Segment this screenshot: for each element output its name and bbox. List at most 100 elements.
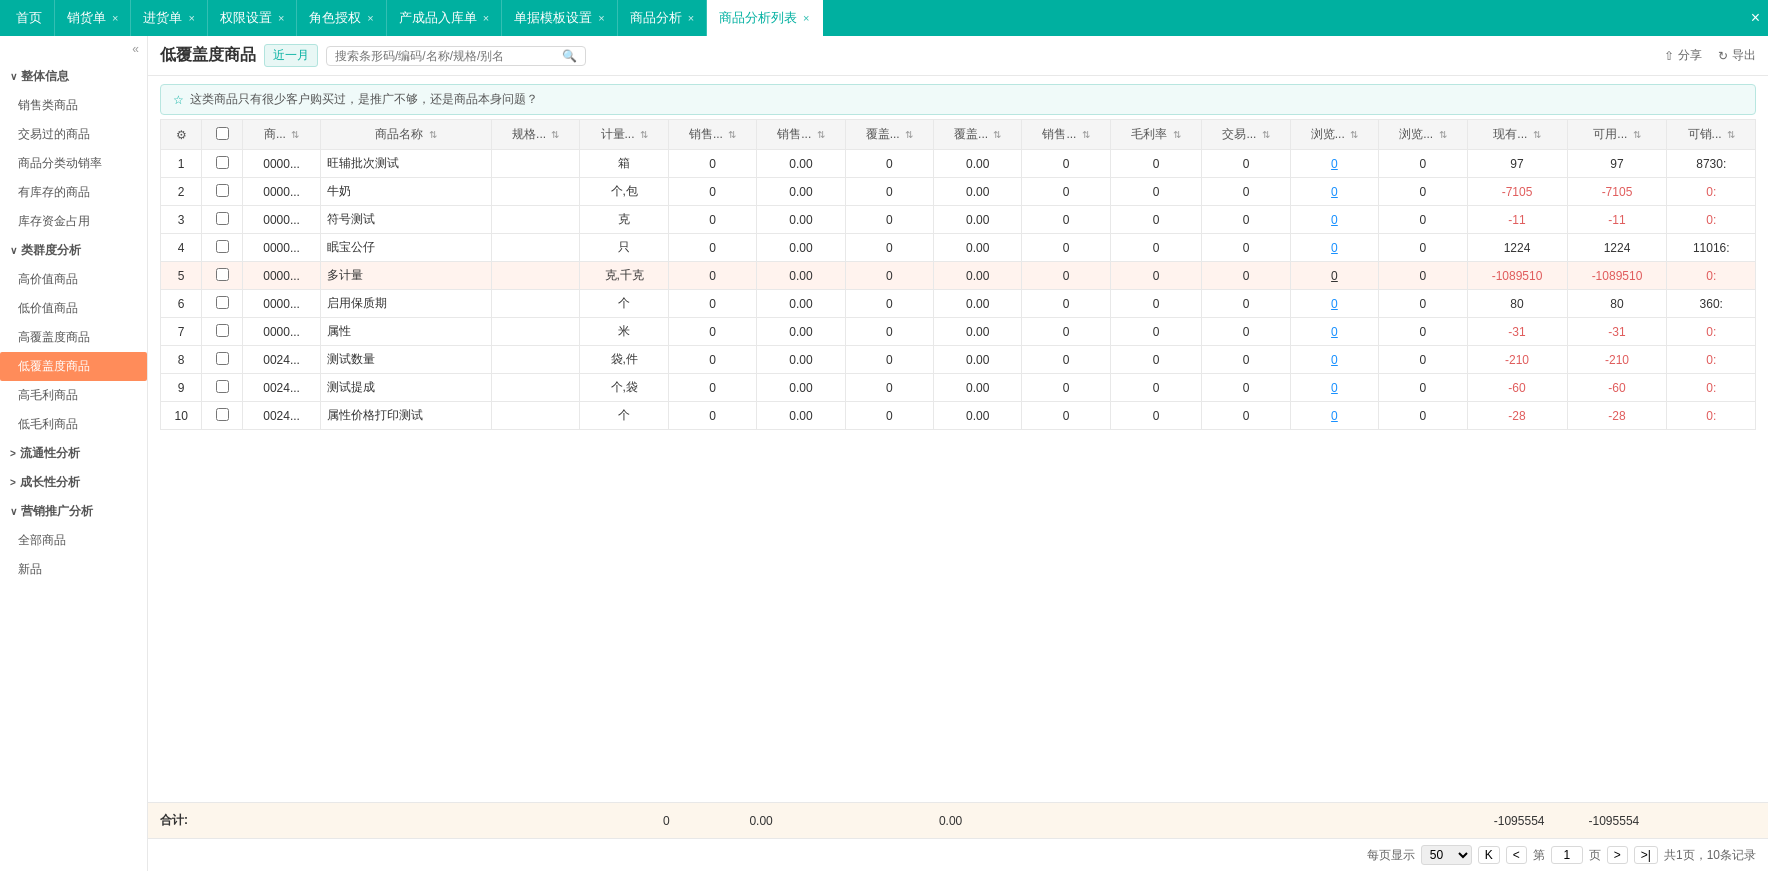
gross-col-header[interactable]: 毛利率 ⇅ xyxy=(1110,120,1202,150)
sidebar-item-new-goods[interactable]: 新品 xyxy=(0,555,147,584)
sales3-col-header[interactable]: 销售... ⇅ xyxy=(1022,120,1110,150)
sidebar-group-growth[interactable]: > 成长性分析 xyxy=(0,468,147,497)
per-page-select[interactable]: 50 20 100 200 xyxy=(1421,845,1472,865)
last-page-button[interactable]: >| xyxy=(1634,846,1658,864)
search-input[interactable] xyxy=(335,49,558,63)
tab-template-settings[interactable]: 单据模板设置 × xyxy=(502,0,617,36)
sidebar-item-sales-goods[interactable]: 销售类商品 xyxy=(0,91,147,120)
row-browse1[interactable]: 0 xyxy=(1290,318,1378,346)
row-sales-amt: 0.00 xyxy=(757,346,845,374)
row-checkbox[interactable] xyxy=(216,268,229,281)
export-button[interactable]: ↻ 导出 xyxy=(1718,47,1756,64)
table-row: 2 0000... 牛奶 个,包 0 0.00 0 0.00 0 0 0 0 0… xyxy=(161,178,1756,206)
saleable-col-header[interactable]: 可销... ⇅ xyxy=(1667,120,1756,150)
row-browse1[interactable]: 0 xyxy=(1290,234,1378,262)
sidebar-group-cluster[interactable]: ∨ 类群度分析 xyxy=(0,236,147,265)
row-checkbox[interactable] xyxy=(216,156,229,169)
tab-finished-goods[interactable]: 产成品入库单 × xyxy=(387,0,502,36)
close-icon[interactable]: × xyxy=(688,12,694,24)
row-browse1[interactable]: 0 xyxy=(1290,150,1378,178)
row-available: -210 xyxy=(1567,346,1667,374)
sidebar-item-low-value[interactable]: 低价值商品 xyxy=(0,294,147,323)
tab-product-analysis[interactable]: 商品分析 × xyxy=(618,0,707,36)
browse2-col-header[interactable]: 浏览... ⇅ xyxy=(1379,120,1467,150)
current-col-header[interactable]: 现有... ⇅ xyxy=(1467,120,1567,150)
sales-qty-col-header[interactable]: 销售... ⇅ xyxy=(668,120,756,150)
sidebar-item-low-coverage[interactable]: 低覆盖度商品 xyxy=(0,352,147,381)
close-icon[interactable]: × xyxy=(188,12,194,24)
row-checkbox[interactable] xyxy=(216,380,229,393)
first-page-button[interactable]: K xyxy=(1478,846,1500,864)
row-checkbox[interactable] xyxy=(216,324,229,337)
sidebar-group-circulation[interactable]: > 流通性分析 xyxy=(0,439,147,468)
row-sales-qty: 0 xyxy=(668,346,756,374)
sidebar-item-low-margin[interactable]: 低毛利商品 xyxy=(0,410,147,439)
tab-permission-settings[interactable]: 权限设置 × xyxy=(208,0,297,36)
row-name: 属性 xyxy=(321,318,492,346)
row-checkbox[interactable] xyxy=(216,212,229,225)
row-available: 80 xyxy=(1567,290,1667,318)
sidebar-item-high-coverage[interactable]: 高覆盖度商品 xyxy=(0,323,147,352)
sidebar-group-marketing[interactable]: ∨ 营销推广分析 xyxy=(0,497,147,526)
tab-purchase-order[interactable]: 进货单 × xyxy=(131,0,207,36)
select-all-checkbox[interactable] xyxy=(216,127,229,140)
close-icon[interactable]: × xyxy=(803,12,809,24)
row-unit: 个 xyxy=(580,290,668,318)
filter-period-button[interactable]: 近一月 xyxy=(264,44,318,67)
code-col-header[interactable]: 商... ⇅ xyxy=(243,120,321,150)
share-button[interactable]: ⇧ 分享 xyxy=(1664,47,1702,64)
sidebar-item-all-goods[interactable]: 全部商品 xyxy=(0,526,147,555)
next-page-button[interactable]: > xyxy=(1607,846,1628,864)
row-cover1: 0 xyxy=(845,374,933,402)
row-browse1[interactable]: 0 xyxy=(1290,346,1378,374)
close-icon[interactable]: × xyxy=(112,12,118,24)
close-all-tabs-button[interactable]: × xyxy=(1751,9,1760,27)
prev-page-button[interactable]: < xyxy=(1506,846,1527,864)
sidebar-item-category-rate[interactable]: 商品分类动销率 xyxy=(0,149,147,178)
row-browse1[interactable]: 0 xyxy=(1290,206,1378,234)
sidebar-item-inventory-capital[interactable]: 库存资金占用 xyxy=(0,207,147,236)
row-checkbox[interactable] xyxy=(216,296,229,309)
sidebar-item-high-value[interactable]: 高价值商品 xyxy=(0,265,147,294)
sales-amt-col-header[interactable]: 销售... ⇅ xyxy=(757,120,845,150)
sidebar-item-high-margin[interactable]: 高毛利商品 xyxy=(0,381,147,410)
row-checkbox[interactable] xyxy=(216,352,229,365)
name-col-header[interactable]: 商品名称 ⇅ xyxy=(321,120,492,150)
row-current: 80 xyxy=(1467,290,1567,318)
row-checkbox[interactable] xyxy=(216,240,229,253)
cover1-col-header[interactable]: 覆盖... ⇅ xyxy=(845,120,933,150)
page-number-input[interactable] xyxy=(1551,846,1583,864)
row-sales-qty: 0 xyxy=(668,178,756,206)
close-icon[interactable]: × xyxy=(483,12,489,24)
cover2-col-header[interactable]: 覆盖... ⇅ xyxy=(934,120,1022,150)
row-browse1[interactable]: 0 xyxy=(1290,178,1378,206)
row-browse1[interactable]: 0 xyxy=(1290,262,1378,290)
tab-role-auth[interactable]: 角色授权 × xyxy=(297,0,386,36)
close-icon[interactable]: × xyxy=(367,12,373,24)
row-checkbox[interactable] xyxy=(216,408,229,421)
checkbox-col-header[interactable] xyxy=(202,120,243,150)
sidebar-collapse-button[interactable]: « xyxy=(0,36,147,62)
settings-col-header[interactable]: ⚙ xyxy=(161,120,202,150)
tab-home[interactable]: 首页 xyxy=(4,0,55,36)
unit-col-header[interactable]: 计量... ⇅ xyxy=(580,120,668,150)
row-browse1[interactable]: 0 xyxy=(1290,402,1378,430)
row-browse1[interactable]: 0 xyxy=(1290,374,1378,402)
trade-col-header[interactable]: 交易... ⇅ xyxy=(1202,120,1290,150)
row-browse1[interactable]: 0 xyxy=(1290,290,1378,318)
tab-sales-order[interactable]: 销货单 × xyxy=(55,0,131,36)
sidebar-item-stocked-goods[interactable]: 有库存的商品 xyxy=(0,178,147,207)
row-checkbox[interactable] xyxy=(216,184,229,197)
close-icon[interactable]: × xyxy=(598,12,604,24)
tab-product-analysis-list[interactable]: 商品分析列表 × xyxy=(707,0,822,36)
close-icon[interactable]: × xyxy=(278,12,284,24)
spec-col-header[interactable]: 规格... ⇅ xyxy=(492,120,580,150)
sidebar-group-overall[interactable]: ∨ 整体信息 xyxy=(0,62,147,91)
row-trade: 0 xyxy=(1202,290,1290,318)
browse1-col-header[interactable]: 浏览... ⇅ xyxy=(1290,120,1378,150)
available-col-header[interactable]: 可用... ⇅ xyxy=(1567,120,1667,150)
page-title: 低覆盖度商品 xyxy=(160,45,256,66)
row-spec xyxy=(492,290,580,318)
row-sales3: 0 xyxy=(1022,234,1110,262)
sidebar-item-traded-goods[interactable]: 交易过的商品 xyxy=(0,120,147,149)
